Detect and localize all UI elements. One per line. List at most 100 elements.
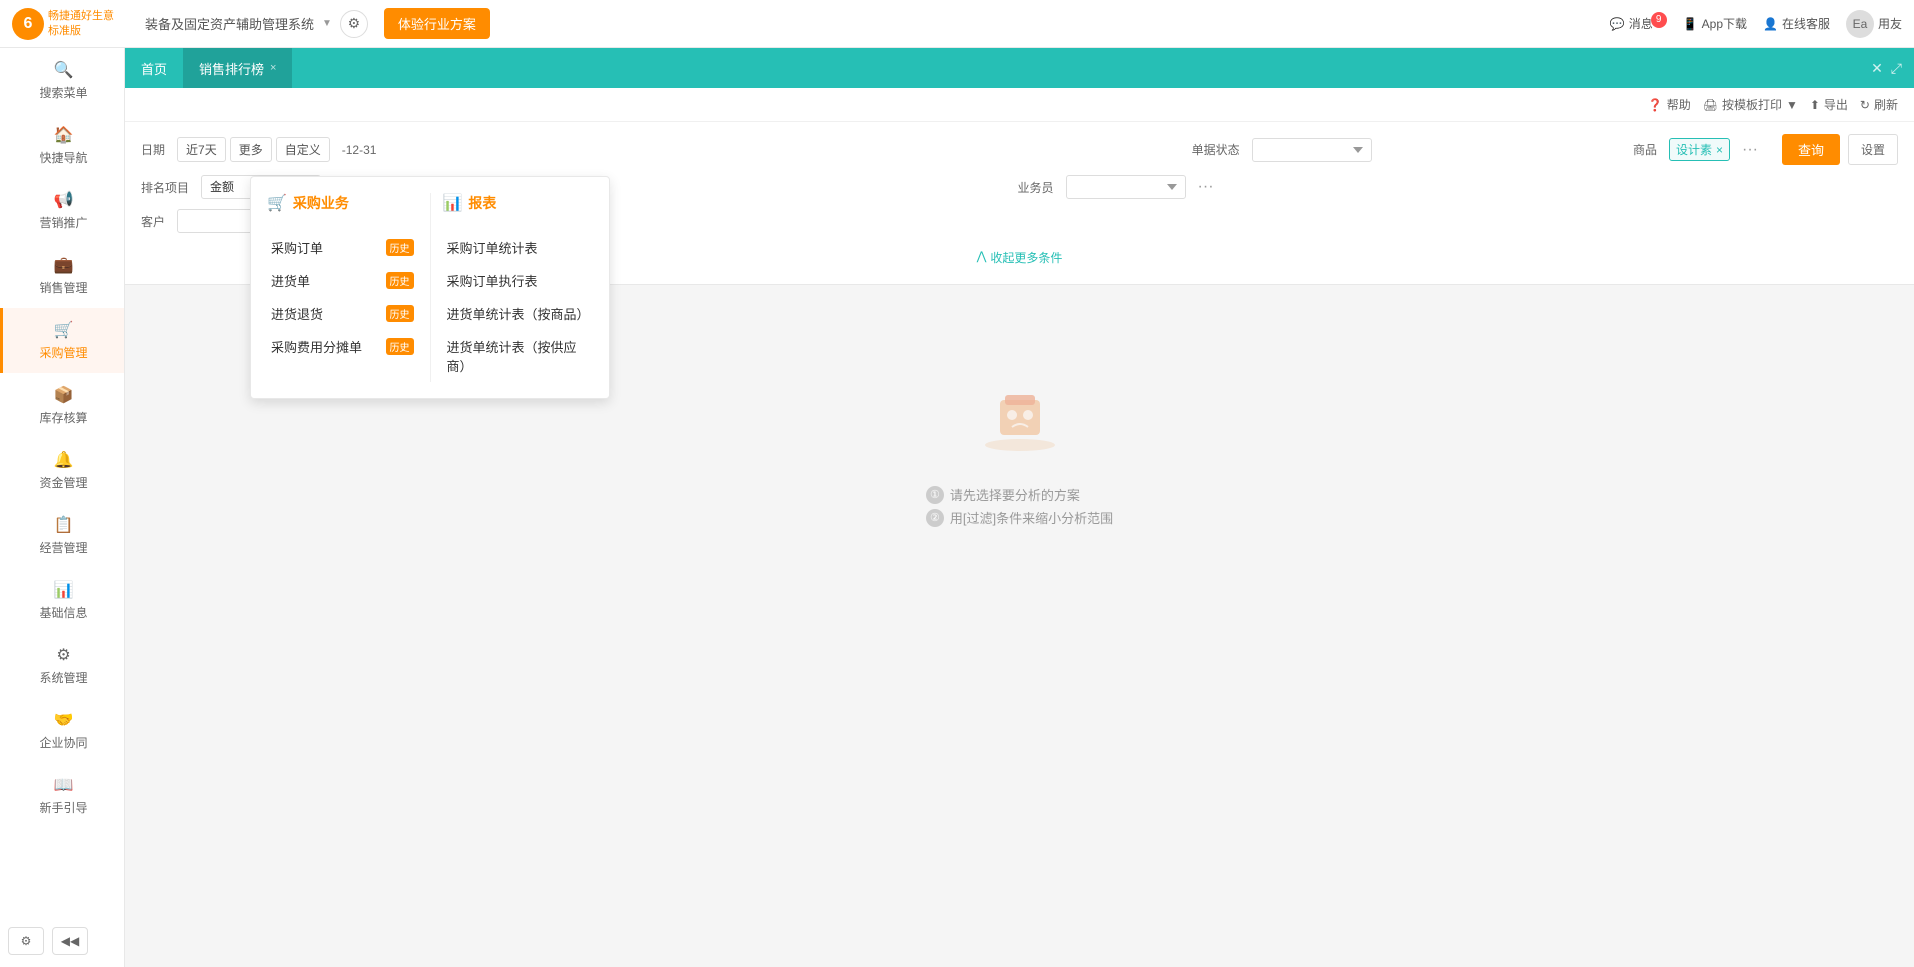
sidebar: 🔍 搜索菜单 🏠 快捷导航 📢 营销推广 💼 销售管理 🛒 采购管理 📦 xyxy=(0,48,125,967)
preset-custom[interactable]: 自定义 xyxy=(276,137,330,162)
filter-row-1: 日期 近7天 更多 自定义 -12-31 单据状态 商品 xyxy=(141,134,1898,165)
online-service-item[interactable]: 👤 在线客服 xyxy=(1763,15,1830,32)
guide-icon: 📖 xyxy=(54,775,74,795)
main-content: ❓ 帮助 🖨 按模板打印 ▼ ⬆ 导出 ↻ 刷新 xyxy=(125,88,1914,967)
sidebar-label-system: 系统管理 xyxy=(39,669,87,686)
sales-icon: 💼 xyxy=(54,255,74,275)
goods-tag-close[interactable]: × xyxy=(1716,143,1723,157)
empty-text: ① 请先选择要分析的方案 ② 用[过滤]条件来缩小分析范围 xyxy=(926,481,1113,531)
app-container: 6 畅捷通好生意 标准版 装备及固定资产辅助管理系统 ▼ ⚙ 体验行业方案 💬 … xyxy=(0,0,1914,967)
finance-icon: 🔔 xyxy=(54,450,74,470)
logo-text: 畅捷通好生意 标准版 xyxy=(48,9,114,38)
window-expand-btn[interactable]: ⤢ xyxy=(1891,60,1902,77)
menu-item-purchase-expense[interactable]: 采购费用分摊单 历史 xyxy=(267,330,418,363)
filter-date-group: 近7天 更多 自定义 xyxy=(177,137,330,162)
sidebar-item-system[interactable]: ⚙ 系统管理 xyxy=(0,633,124,698)
message-icon: 💬 xyxy=(1610,17,1625,31)
menu-section-purchase: 🛒 采购业务 采购订单 历史 进货单 历史 进货退货 xyxy=(267,193,418,382)
print-btn[interactable]: 🖨 按模板打印 ▼ xyxy=(1703,96,1798,113)
menu-item-order-exec[interactable]: 采购订单执行表 xyxy=(443,264,594,297)
system-settings-icon[interactable]: ⚙ xyxy=(340,10,368,38)
sidebar-item-enterprise[interactable]: 🤝 企业协同 xyxy=(0,698,124,763)
top-right: 💬 消息 9 📱 App下载 👤 在线客服 Ea 用友 xyxy=(1610,10,1902,38)
history-badge-2: 历史 xyxy=(386,305,414,322)
export-icon: ⬆ xyxy=(1810,98,1820,112)
print-icon: 🖨 xyxy=(1703,98,1718,112)
print-dropdown-icon: ▼ xyxy=(1786,98,1798,112)
history-badge-3: 历史 xyxy=(386,338,414,355)
sidebar-item-finance[interactable]: 🔔 资金管理 xyxy=(0,438,124,503)
sidebar-item-basic-info[interactable]: 📊 基础信息 xyxy=(0,568,124,633)
messages-item[interactable]: 💬 消息 9 xyxy=(1610,15,1667,32)
tab-sales-rank-label: 销售排行榜 xyxy=(199,59,264,78)
sidebar-collapse-btn[interactable]: ◀◀ xyxy=(52,927,88,955)
menu-item-inbound-stats-goods[interactable]: 进货单统计表（按商品） xyxy=(443,297,594,330)
customer-label: 客户 xyxy=(141,213,165,230)
tab-home[interactable]: 首页 xyxy=(125,48,183,88)
sidebar-label-basic-info: 基础信息 xyxy=(39,604,87,621)
status-label: 单据状态 xyxy=(1192,141,1240,158)
sidebar-item-purchase[interactable]: 🛒 采购管理 xyxy=(0,308,124,373)
search-icon: 🔍 xyxy=(54,60,74,80)
salesman-select[interactable] xyxy=(1066,175,1186,199)
sidebar-label-sales: 销售管理 xyxy=(39,279,87,296)
salesman-label: 业务员 xyxy=(1018,179,1054,196)
sidebar-item-quick-nav[interactable]: 🏠 快捷导航 xyxy=(0,113,124,178)
step1-num: ① xyxy=(926,486,944,504)
user-item[interactable]: Ea 用友 xyxy=(1846,10,1902,38)
menu-divider xyxy=(430,193,431,382)
empty-hint2: 用[过滤]条件来缩小分析范围 xyxy=(950,508,1113,527)
refresh-btn[interactable]: ↻ 刷新 xyxy=(1860,96,1898,113)
app-download-item[interactable]: 📱 App下载 xyxy=(1683,15,1747,32)
purchase-section-icon: 🛒 xyxy=(267,193,287,213)
collapse-label: 收起更多条件 xyxy=(990,249,1062,266)
date-range-end: -12-31 xyxy=(342,143,377,157)
preset-7days[interactable]: 近7天 xyxy=(177,137,226,162)
tab-close-icon[interactable]: × xyxy=(270,62,276,74)
sidebar-label-search: 搜索菜单 xyxy=(39,84,87,101)
avatar: Ea xyxy=(1846,10,1874,38)
menu-item-inbound-return[interactable]: 进货退货 历史 xyxy=(267,297,418,330)
empty-hint1: 请先选择要分析的方案 xyxy=(950,485,1080,504)
menu-item-purchase-order[interactable]: 采购订单 历史 xyxy=(267,231,418,264)
service-icon: 👤 xyxy=(1763,17,1778,31)
top-bar: 6 畅捷通好生意 标准版 装备及固定资产辅助管理系统 ▼ ⚙ 体验行业方案 💬 … xyxy=(0,0,1914,48)
query-button[interactable]: 查询 xyxy=(1782,134,1840,165)
status-select[interactable] xyxy=(1252,138,1372,162)
sidebar-item-sales[interactable]: 💼 销售管理 xyxy=(0,243,124,308)
goods-more-icon[interactable]: ··· xyxy=(1742,141,1758,159)
inventory-icon: 📦 xyxy=(54,385,74,405)
marketing-icon: 📢 xyxy=(54,190,74,210)
sidebar-label-quick-nav: 快捷导航 xyxy=(39,149,87,166)
sidebar-label-purchase: 采购管理 xyxy=(39,344,87,361)
purchase-dropdown-menu: 🛒 采购业务 采购订单 历史 进货单 历史 进货退货 xyxy=(250,176,610,399)
menu-section-report: 📊 报表 采购订单统计表 采购订单执行表 进货单统计表（按商品） xyxy=(443,193,594,382)
menu-item-inbound[interactable]: 进货单 历史 xyxy=(267,264,418,297)
collapse-icon: ⋀ xyxy=(977,249,987,266)
menu-item-order-stats[interactable]: 采购订单统计表 xyxy=(443,231,594,264)
sidebar-item-inventory[interactable]: 📦 库存核算 xyxy=(0,373,124,438)
sidebar-settings-btn[interactable]: ⚙ xyxy=(8,927,44,955)
sidebar-item-marketing[interactable]: 📢 营销推广 xyxy=(0,178,124,243)
system-dropdown-icon[interactable]: ▼ xyxy=(322,18,332,29)
tab-sales-rank[interactable]: 销售排行榜 × xyxy=(183,48,292,88)
history-badge-1: 历史 xyxy=(386,272,414,289)
industry-button[interactable]: 体验行业方案 xyxy=(384,8,490,39)
refresh-icon: ↻ xyxy=(1860,98,1870,112)
sidebar-label-finance: 资金管理 xyxy=(39,474,87,491)
preset-more[interactable]: 更多 xyxy=(230,137,272,162)
sidebar-item-operations[interactable]: 📋 经营管理 xyxy=(0,503,124,568)
salesman-more-icon[interactable]: ··· xyxy=(1198,178,1214,196)
window-close-btn[interactable]: ✕ xyxy=(1871,60,1883,77)
settings-button[interactable]: 设置 xyxy=(1848,134,1898,165)
sidebar-item-guide[interactable]: 📖 新手引导 xyxy=(0,763,124,828)
history-badge-0: 历史 xyxy=(386,239,414,256)
logo-area: 6 畅捷通好生意 标准版 xyxy=(12,8,137,40)
sidebar-item-search[interactable]: 🔍 搜索菜单 xyxy=(0,48,124,113)
tab-bar: 首页 销售排行榜 × ✕ ⤢ xyxy=(125,48,1914,88)
export-btn[interactable]: ⬆ 导出 xyxy=(1810,96,1848,113)
home-icon: 🏠 xyxy=(54,125,74,145)
help-btn[interactable]: ❓ 帮助 xyxy=(1648,96,1691,113)
main-area: 🔍 搜索菜单 🏠 快捷导航 📢 营销推广 💼 销售管理 🛒 采购管理 📦 xyxy=(0,48,1914,967)
menu-item-inbound-stats-supplier[interactable]: 进货单统计表（按供应商） xyxy=(443,330,594,382)
